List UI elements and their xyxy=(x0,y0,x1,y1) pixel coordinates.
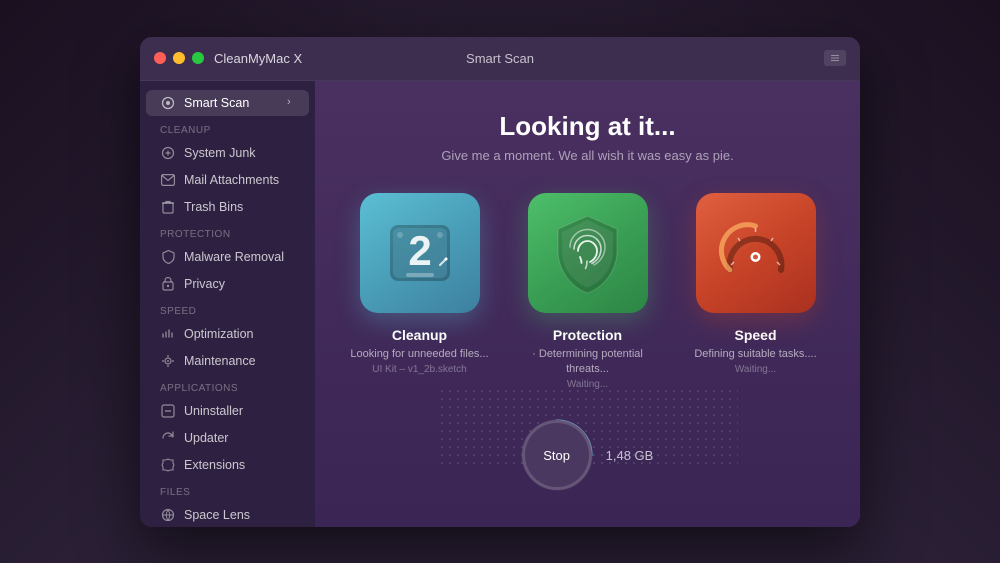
window-title: Smart Scan xyxy=(466,51,534,66)
sidebar-label-malware-removal: Malware Removal xyxy=(184,250,284,264)
sidebar-item-updater[interactable]: Updater xyxy=(146,425,309,451)
space-lens-icon xyxy=(160,507,176,523)
malware-icon xyxy=(160,249,176,265)
speed-card-title: Speed xyxy=(734,327,776,343)
stop-button-label: Stop xyxy=(543,448,570,463)
stop-button[interactable]: Stop xyxy=(522,420,592,490)
extensions-icon xyxy=(160,457,176,473)
sidebar-label-system-junk: System Junk xyxy=(184,146,256,160)
size-label: 1,48 GB xyxy=(606,448,654,463)
cleanup-icon-wrapper: 2 xyxy=(360,193,480,313)
trash-icon xyxy=(160,199,176,215)
sidebar-item-smart-scan[interactable]: Smart Scan › xyxy=(146,90,309,116)
sidebar-label-extensions: Extensions xyxy=(184,458,245,472)
protection-card-status-secondary: Waiting... xyxy=(567,379,608,390)
hard-drive-icon: 2 xyxy=(380,213,460,293)
sidebar-label-smart-scan: Smart Scan xyxy=(184,96,249,110)
progress-ring-wrapper: Stop xyxy=(522,420,592,490)
section-speed-label: Speed xyxy=(140,298,315,320)
sidebar: Smart Scan › Cleanup System Junk xyxy=(140,81,315,527)
svg-text:2: 2 xyxy=(408,227,431,274)
sidebar-label-optimization: Optimization xyxy=(184,327,253,341)
sidebar-item-privacy[interactable]: Privacy xyxy=(146,271,309,297)
close-button[interactable] xyxy=(154,52,166,64)
protection-card-title: Protection xyxy=(553,327,622,343)
maximize-button[interactable] xyxy=(192,52,204,64)
section-files-label: Files xyxy=(140,479,315,501)
sidebar-item-optimization[interactable]: Optimization xyxy=(146,321,309,347)
section-cleanup-label: Cleanup xyxy=(140,117,315,139)
mail-icon xyxy=(160,172,176,188)
titlebar-controls xyxy=(824,50,846,66)
sidebar-label-updater: Updater xyxy=(184,431,228,445)
junk-icon xyxy=(160,145,176,161)
sidebar-label-space-lens: Space Lens xyxy=(184,508,250,522)
sidebar-item-system-junk[interactable]: System Junk xyxy=(146,140,309,166)
cleanup-card-status: Looking for unneeded files... xyxy=(350,347,488,362)
protection-card-status: · Determining potential threats... xyxy=(513,347,663,378)
traffic-lights xyxy=(154,52,204,64)
main-layout: Smart Scan › Cleanup System Junk xyxy=(140,81,860,527)
updater-icon xyxy=(160,430,176,446)
section-protection-label: Protection xyxy=(140,221,315,243)
speed-card-status: Defining suitable tasks.... xyxy=(694,347,816,362)
sidebar-item-maintenance[interactable]: Maintenance xyxy=(146,348,309,374)
titlebar: CleanMyMac X Smart Scan xyxy=(140,37,860,81)
content-area: Looking at it... Give me a moment. We al… xyxy=(315,81,860,527)
minimize-button[interactable] xyxy=(173,52,185,64)
sidebar-item-extensions[interactable]: Extensions xyxy=(146,452,309,478)
sidebar-label-trash-bins: Trash Bins xyxy=(184,200,243,214)
bottom-area: Stop 1,48 GB xyxy=(522,420,654,490)
sidebar-item-trash-bins[interactable]: Trash Bins xyxy=(146,194,309,220)
uninstaller-icon xyxy=(160,403,176,419)
sidebar-label-mail-attachments: Mail Attachments xyxy=(184,173,279,187)
gauge-icon xyxy=(718,215,793,290)
sidebar-label-privacy: Privacy xyxy=(184,277,225,291)
scan-icon xyxy=(160,95,176,111)
card-cleanup: 2 Cleanup Looking for unneeded files xyxy=(345,193,495,375)
protection-icon-wrapper xyxy=(528,193,648,313)
shield-fingerprint-icon xyxy=(550,213,625,293)
content-subtitle: Give me a moment. We all wish it was eas… xyxy=(441,148,733,163)
cursor-indicator: › xyxy=(287,96,295,110)
cleanup-card-title: Cleanup xyxy=(392,327,447,343)
optimization-icon xyxy=(160,326,176,342)
speed-icon-wrapper xyxy=(696,193,816,313)
cards-row: 2 Cleanup Looking for unneeded files xyxy=(345,193,831,391)
cleanup-card-status-secondary: UI Kit – v1_2b.sketch xyxy=(372,364,467,375)
card-speed: Speed Defining suitable tasks.... Waitin… xyxy=(681,193,831,375)
sidebar-label-maintenance: Maintenance xyxy=(184,354,256,368)
sidebar-item-malware-removal[interactable]: Malware Removal xyxy=(146,244,309,270)
titlebar-btn-1[interactable] xyxy=(824,50,846,66)
sidebar-item-space-lens[interactable]: Space Lens xyxy=(146,502,309,527)
sidebar-item-uninstaller[interactable]: Uninstaller xyxy=(146,398,309,424)
speed-card-status-secondary: Waiting... xyxy=(735,364,776,375)
content-title: Looking at it... xyxy=(499,111,675,142)
app-window: CleanMyMac X Smart Scan xyxy=(140,37,860,527)
app-name: CleanMyMac X xyxy=(214,51,302,66)
sidebar-item-mail-attachments[interactable]: Mail Attachments xyxy=(146,167,309,193)
card-protection: Protection · Determining potential threa… xyxy=(513,193,663,391)
section-applications-label: Applications xyxy=(140,375,315,397)
maintenance-icon xyxy=(160,353,176,369)
privacy-icon xyxy=(160,276,176,292)
sidebar-label-uninstaller: Uninstaller xyxy=(184,404,243,418)
